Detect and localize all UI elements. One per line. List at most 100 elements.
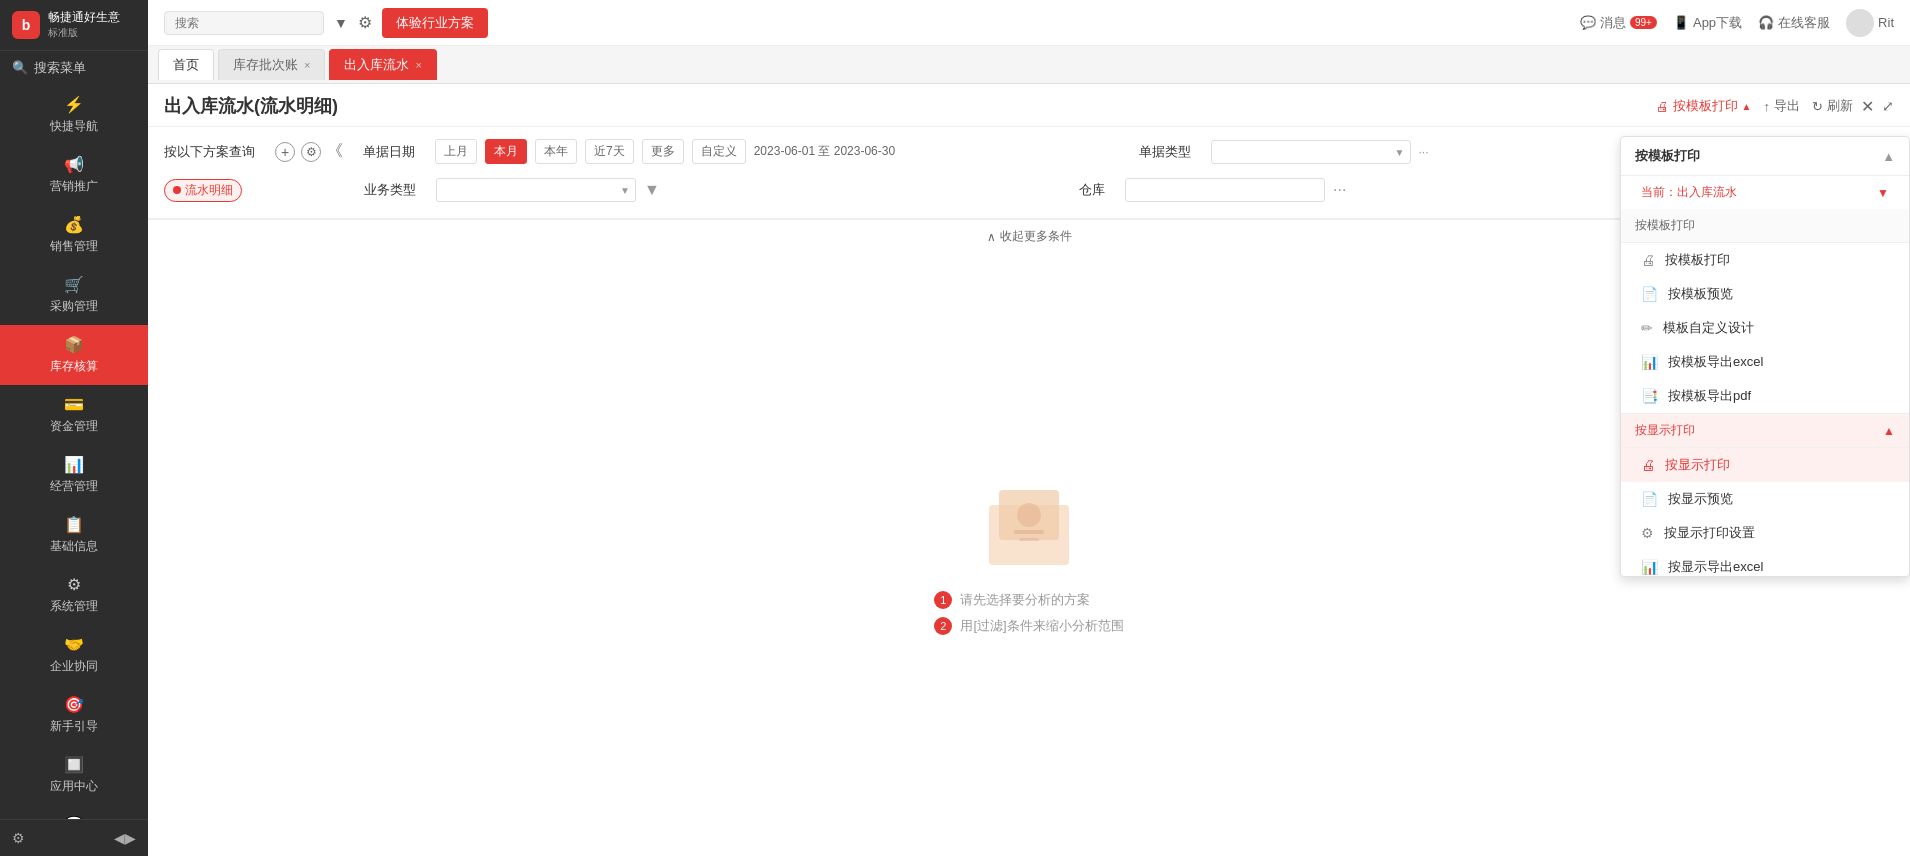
tab-batch-account[interactable]: 库存批次账 × <box>218 49 325 80</box>
sidebar-settings-btn[interactable]: ⚙ <box>12 830 25 846</box>
display-settings-label: 按显示打印设置 <box>1664 524 1755 542</box>
date-btn-this-year[interactable]: 本年 <box>535 139 577 164</box>
template-export-pdf-btn[interactable]: 📑 按模板导出pdf <box>1621 379 1909 413</box>
sidebar-search[interactable]: 🔍 搜索菜单 <box>0 51 148 85</box>
sidebar-item-system[interactable]: ⚙ 系统管理 <box>0 565 148 625</box>
step-2-num: 2 <box>934 617 952 635</box>
sidebar-item-wechat[interactable]: 💬 企业微信 <box>0 805 148 819</box>
sidebar-item-inventory[interactable]: 📦 库存核算 <box>0 325 148 385</box>
export-btn[interactable]: ↑ 导出 <box>1764 97 1801 115</box>
tab-flow[interactable]: 出入库流水 × <box>329 49 436 80</box>
filter-add-btn[interactable]: + <box>275 142 295 162</box>
empty-steps-list: 1 请先选择要分析的方案 2 用[过滤]条件来缩小分析范围 <box>934 591 1123 635</box>
dropdown-panel: 按模板打印 ▲ 当前：出入库流水 ▼ 按模板打印 🖨 按模板打印 <box>1620 136 1910 577</box>
print-template-btn[interactable]: 🖨 按模板打印 ▲ <box>1656 97 1752 115</box>
template-preview-btn[interactable]: 📄 按模板预览 <box>1621 277 1909 311</box>
message-btn[interactable]: 💬 消息 99+ <box>1580 14 1657 32</box>
type-select[interactable] <box>1211 140 1411 164</box>
sidebar-item-basic[interactable]: 📋 基础信息 <box>0 505 148 565</box>
display-section-chevron: ▲ <box>1883 424 1895 438</box>
export-icon: ↑ <box>1764 99 1771 114</box>
collapse-label: 收起更多条件 <box>1000 228 1072 245</box>
template-custom-btn[interactable]: ✏ 模板自定义设计 <box>1621 311 1909 345</box>
filter-settings-btn[interactable]: ⚙ <box>301 142 321 162</box>
tab-batch-account-close[interactable]: × <box>304 59 310 71</box>
tag-flow-detail[interactable]: 流水明细 <box>164 179 242 202</box>
sidebar-item-label: 应用中心 <box>50 778 98 795</box>
dropdown-collapse-btn[interactable]: ▲ <box>1882 149 1895 164</box>
date-btn-this-month[interactable]: 本月 <box>485 139 527 164</box>
tab-home-label: 首页 <box>173 56 199 74</box>
app-download-label: App下载 <box>1693 14 1742 32</box>
warehouse-input[interactable] <box>1125 178 1325 202</box>
page-title: 出入库流水(流水明细) <box>164 94 338 118</box>
sidebar-item-operation[interactable]: 📊 经营管理 <box>0 445 148 505</box>
date-btn-7days[interactable]: 近7天 <box>585 139 634 164</box>
business-type-dropdown-icon[interactable]: ▼ <box>644 181 660 199</box>
date-btn-custom[interactable]: 自定义 <box>692 139 746 164</box>
topbar-dropdown-btn[interactable]: ▼ <box>334 15 348 31</box>
topbar-search-input[interactable] <box>164 11 324 35</box>
tag-label: 流水明细 <box>185 182 233 199</box>
page-expand-btn[interactable]: ⤢ <box>1882 98 1894 114</box>
date-btn-last-month[interactable]: 上月 <box>435 139 477 164</box>
app-download-btn[interactable]: 📱 App下载 <box>1673 14 1742 32</box>
tag-area: 流水明细 <box>164 179 344 202</box>
tab-flow-close[interactable]: × <box>415 59 421 71</box>
date-filter: 上月 本月 本年 近7天 更多 自定义 2023-06-01 至 2023-06… <box>435 139 1119 164</box>
type-more-icon[interactable]: ··· <box>1419 145 1429 159</box>
topbar: ▼ ⚙ 体验行业方案 💬 消息 99+ 📱 App下载 🎧 在线客服 Rit <box>148 0 1910 46</box>
sidebar-item-quick-nav[interactable]: ⚡ 快捷导航 <box>0 85 148 145</box>
online-service-btn[interactable]: 🎧 在线客服 <box>1758 14 1830 32</box>
step-2-text: 用[过滤]条件来缩小分析范围 <box>960 617 1123 635</box>
sidebar-item-finance[interactable]: 💳 资金管理 <box>0 385 148 445</box>
filter-collapse-btn[interactable]: 《 <box>327 141 343 162</box>
template-print-btn[interactable]: 🖨 按模板打印 <box>1621 243 1909 277</box>
display-print-btn[interactable]: 🖨 按显示打印 <box>1621 448 1909 482</box>
display-print-header-label: 按显示打印 <box>1635 422 1695 439</box>
sidebar-toggle-btn[interactable]: ◀▶ <box>114 830 136 846</box>
template-pdf-label: 按模板导出pdf <box>1668 387 1751 405</box>
display-print-header: 按显示打印 ▲ <box>1621 414 1909 448</box>
dropdown-current-label: 当前：出入库流水 <box>1641 184 1737 201</box>
guide-icon: 🎯 <box>64 695 84 714</box>
empty-illustration <box>969 475 1089 575</box>
page-close-btn[interactable]: ✕ <box>1861 97 1874 116</box>
display-preview-btn[interactable]: 📄 按显示预览 <box>1621 482 1909 516</box>
trial-btn[interactable]: 体验行业方案 <box>382 8 488 38</box>
sidebar-item-guide[interactable]: 🎯 新手引导 <box>0 685 148 745</box>
display-print-settings-btn[interactable]: ⚙ 按显示打印设置 <box>1621 516 1909 550</box>
app-download-icon: 📱 <box>1673 15 1689 30</box>
topbar-settings-btn[interactable]: ⚙ <box>358 13 372 32</box>
date-btn-more[interactable]: 更多 <box>642 139 684 164</box>
search-icon: 🔍 <box>12 60 28 75</box>
sidebar-item-label: 系统管理 <box>50 598 98 615</box>
warehouse-more-btn[interactable]: ··· <box>1333 181 1346 199</box>
template-export-excel-btn[interactable]: 📊 按模板导出excel <box>1621 345 1909 379</box>
refresh-label: 刷新 <box>1827 97 1853 115</box>
display-export-excel-btn[interactable]: 📊 按显示导出excel <box>1621 550 1909 576</box>
sidebar-item-sales[interactable]: 💰 销售管理 <box>0 205 148 265</box>
tab-home[interactable]: 首页 <box>158 49 214 80</box>
search-label: 搜索菜单 <box>34 59 86 77</box>
sidebar: b 畅捷通好生意 标准版 🔍 搜索菜单 ⚡ 快捷导航 📢 营销推广 💰 销售管理… <box>0 0 148 856</box>
template-custom-label: 模板自定义设计 <box>1663 319 1754 337</box>
svg-point-2 <box>1017 503 1041 527</box>
user-avatar-btn[interactable]: Rit <box>1846 9 1894 37</box>
step-1-num: 1 <box>934 591 952 609</box>
dropdown-scroll: 当前：出入库流水 ▼ 按模板打印 🖨 按模板打印 📄 按模板预览 <box>1621 176 1909 576</box>
sidebar-item-enterprise[interactable]: 🤝 企业协同 <box>0 625 148 685</box>
refresh-btn[interactable]: ↻ 刷新 <box>1812 97 1853 115</box>
tabbar: 首页 库存批次账 × 出入库流水 × <box>148 46 1910 84</box>
sidebar-item-label: 库存核算 <box>50 358 98 375</box>
logo-icon: b <box>12 11 40 39</box>
finance-icon: 💳 <box>64 395 84 414</box>
sidebar-item-apps[interactable]: 🔲 应用中心 <box>0 745 148 805</box>
logo-text: 畅捷通好生意 <box>48 10 120 26</box>
business-type-select[interactable] <box>436 178 636 202</box>
empty-step-1: 1 请先选择要分析的方案 <box>934 591 1123 609</box>
sidebar-item-purchase[interactable]: 🛒 采购管理 <box>0 265 148 325</box>
type-label: 单据类型 <box>1139 143 1191 161</box>
sidebar-item-marketing[interactable]: 📢 营销推广 <box>0 145 148 205</box>
basic-icon: 📋 <box>64 515 84 534</box>
